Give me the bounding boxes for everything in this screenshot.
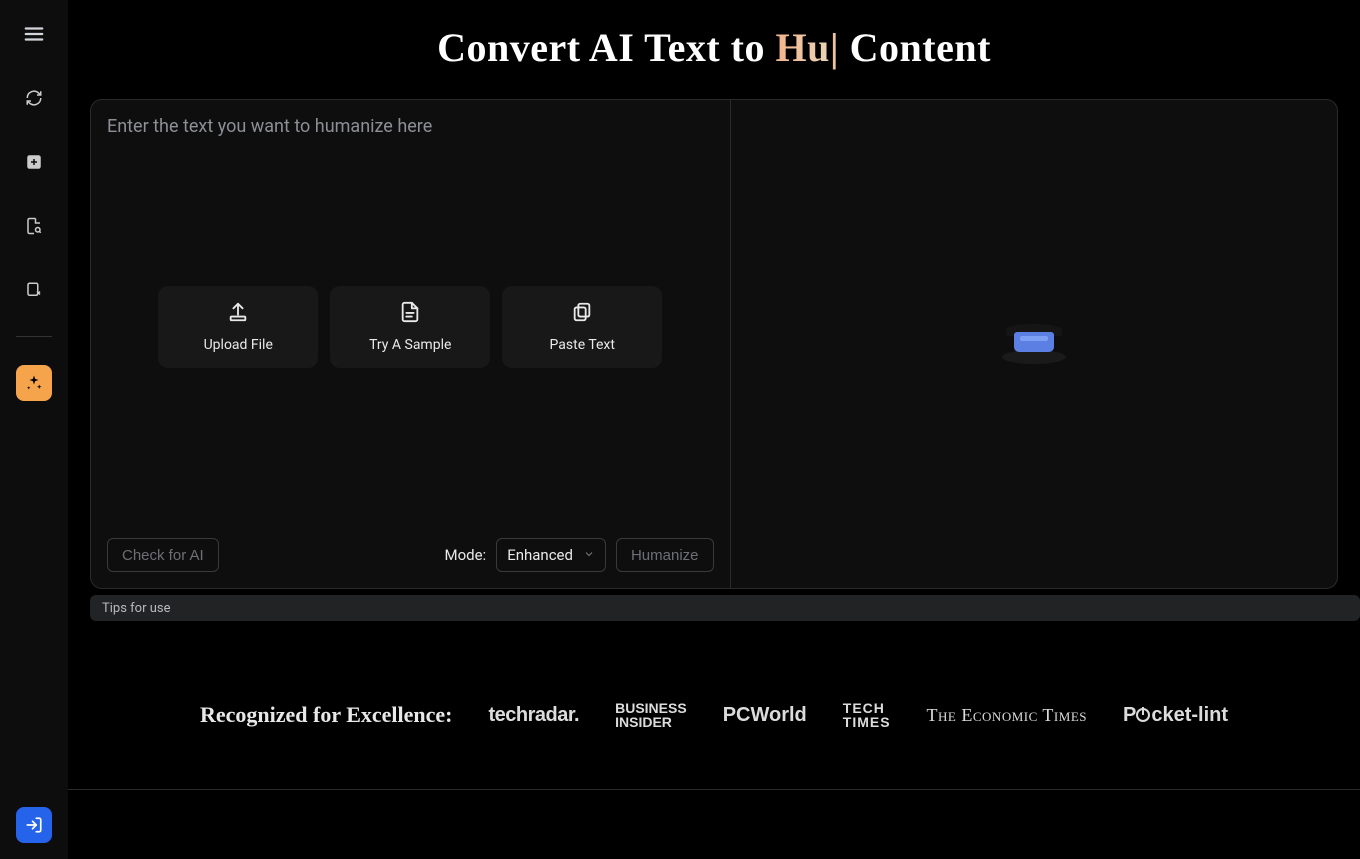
- try-sample-label: Try A Sample: [369, 337, 451, 353]
- brand-techtimes: TECH TIMES: [843, 701, 891, 729]
- brand-business-insider: BUSINESS INSIDER: [615, 701, 687, 729]
- humanize-input[interactable]: [107, 116, 714, 156]
- mode-label: Mode:: [444, 546, 486, 564]
- login-icon[interactable]: [16, 807, 52, 843]
- mode-value: Enhanced: [507, 546, 573, 564]
- upload-file-label: Upload File: [204, 337, 273, 353]
- check-ai-button[interactable]: Check for AI: [107, 538, 219, 572]
- menu-icon[interactable]: [16, 16, 52, 52]
- main-content: Convert AI Text to Hu| Content Upload Fi…: [68, 0, 1360, 859]
- upload-file-card[interactable]: Upload File: [158, 286, 318, 368]
- sparkle-icon[interactable]: [16, 365, 52, 401]
- brand-economic-times: The Economic Times: [927, 705, 1087, 726]
- footer-right: Mode: Enhanced Humanize: [444, 538, 713, 572]
- sidebar: [0, 0, 68, 859]
- empty-state-icon: [1002, 324, 1066, 364]
- recognized-row: Recognized for Excellence: techradar BUS…: [68, 701, 1360, 729]
- sidebar-bottom: [16, 807, 52, 843]
- brand-techradar: techradar: [488, 704, 579, 727]
- paste-text-label: Paste Text: [550, 337, 615, 353]
- page-title: Convert AI Text to Hu| Content: [68, 0, 1360, 99]
- humanize-button[interactable]: Humanize: [616, 538, 714, 572]
- try-sample-card[interactable]: Try A Sample: [330, 286, 490, 368]
- sidebar-divider: [16, 336, 52, 337]
- input-action-cards: Upload File Try A Sample Paste Text: [107, 156, 714, 538]
- editor-panel: Upload File Try A Sample Paste Text Chec…: [90, 99, 1338, 589]
- add-icon[interactable]: [16, 144, 52, 180]
- refresh-icon[interactable]: [16, 80, 52, 116]
- input-footer: Check for AI Mode: Enhanced Humanize: [107, 538, 714, 572]
- chevron-down-icon: [583, 546, 595, 564]
- edit-doc-icon[interactable]: [16, 272, 52, 308]
- tips-chip[interactable]: Tips for use: [90, 595, 1360, 621]
- output-pane: [731, 100, 1338, 588]
- paste-text-card[interactable]: Paste Text: [502, 286, 662, 368]
- recognized-label: Recognized for Excellence:: [200, 702, 453, 728]
- brand-pcworld: PCWorld: [723, 704, 807, 727]
- mode-select[interactable]: Enhanced: [496, 538, 606, 572]
- headline-suffix: Content: [839, 25, 991, 70]
- tips-label: Tips for use: [102, 601, 171, 616]
- input-pane: Upload File Try A Sample Paste Text Chec…: [91, 100, 731, 588]
- brand-pocketlint: Pcket-lint: [1123, 704, 1228, 727]
- paste-icon: [571, 301, 593, 327]
- file-icon: [399, 301, 421, 327]
- sidebar-top: [0, 16, 68, 401]
- power-icon: [1136, 708, 1150, 722]
- upload-icon: [227, 301, 249, 327]
- headline-highlight: Hu: [775, 25, 829, 70]
- search-doc-icon[interactable]: [16, 208, 52, 244]
- headline-cursor: |: [830, 25, 839, 70]
- headline-prefix: Convert AI Text to: [437, 25, 775, 70]
- footer-divider: [68, 789, 1360, 790]
